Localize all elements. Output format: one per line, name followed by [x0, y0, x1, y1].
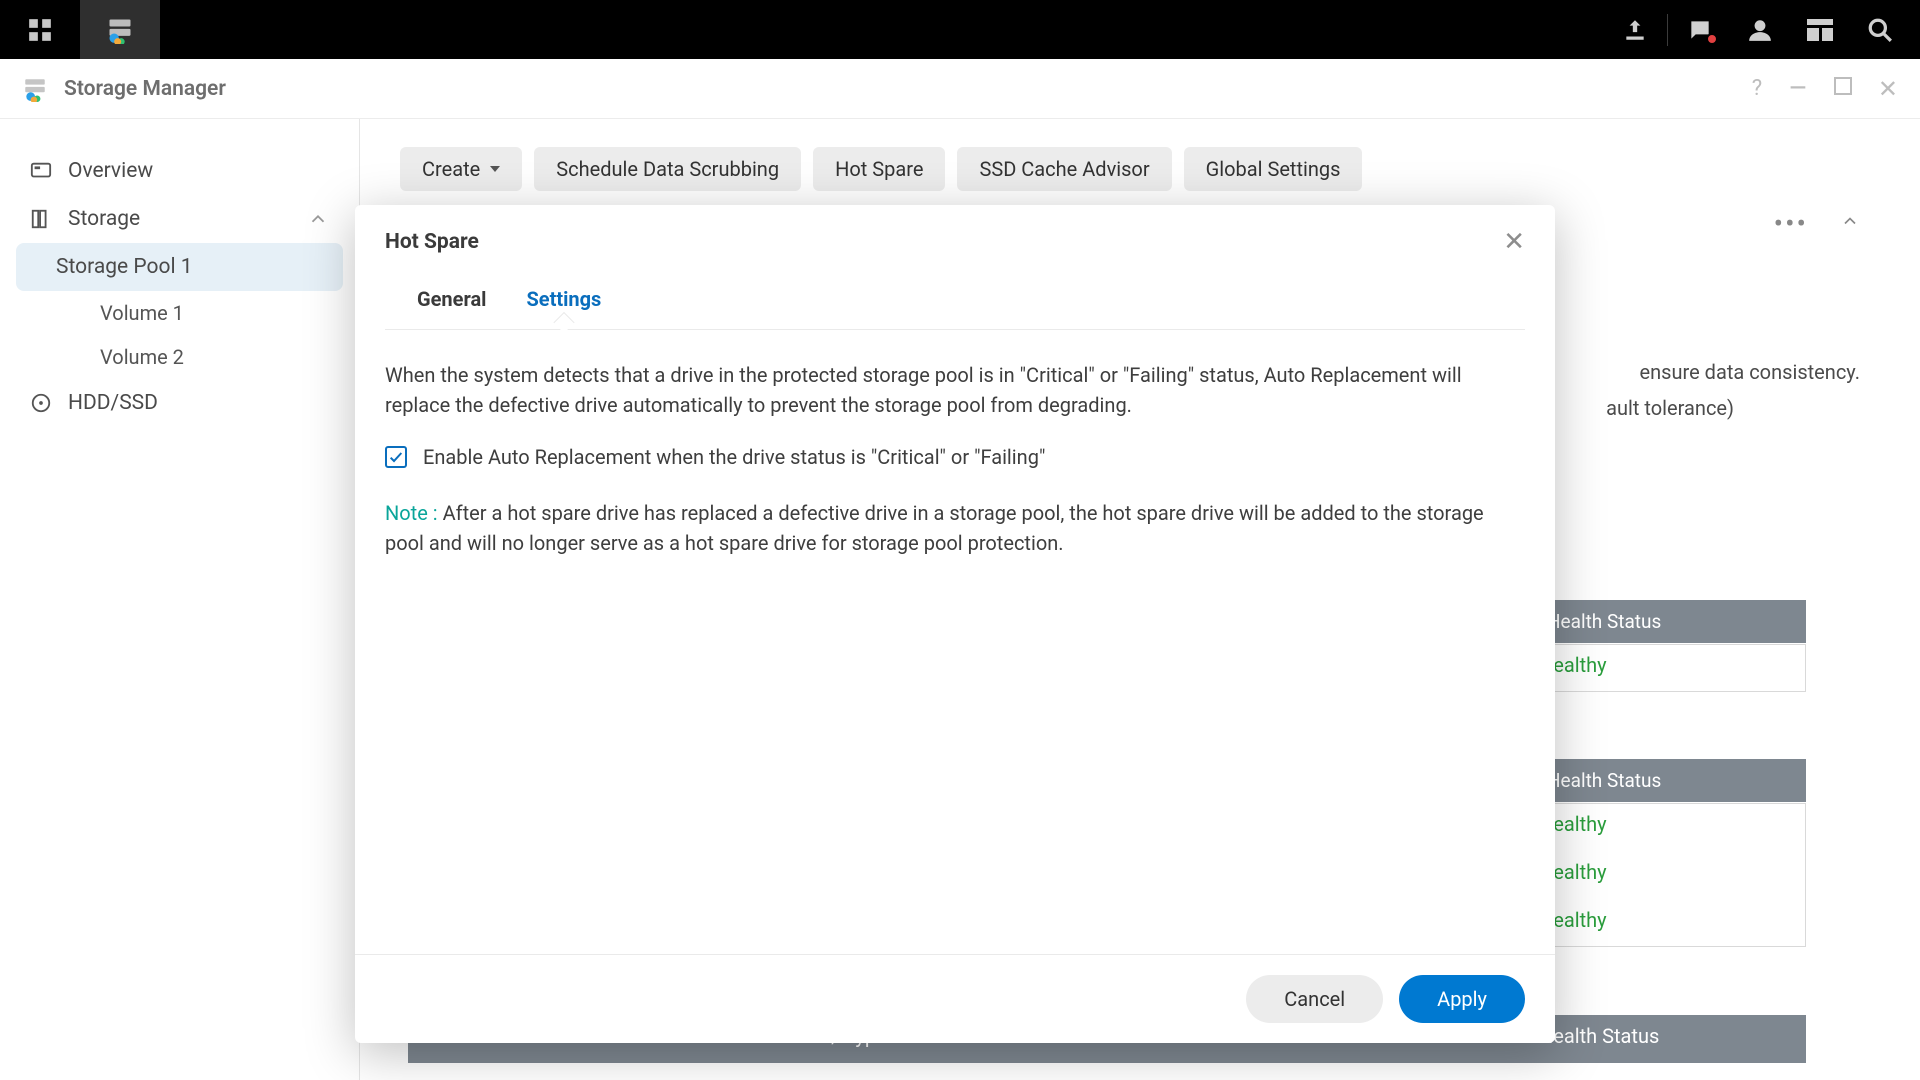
upload-icon — [1622, 17, 1648, 43]
hdd-icon — [30, 392, 52, 414]
dialog-note: Note : After a hot spare drive has repla… — [385, 498, 1525, 558]
tab-settings[interactable]: Settings — [524, 277, 603, 329]
user-button[interactable] — [1730, 0, 1790, 59]
note-text: After a hot spare drive has replaced a d… — [385, 501, 1484, 555]
collapse-panel-button[interactable] — [1840, 211, 1860, 235]
dialog-title: Hot Spare — [385, 230, 479, 254]
app-icon — [22, 76, 48, 102]
dialog-description: When the system detects that a drive in … — [385, 360, 1525, 420]
window-title: Storage Manager — [64, 77, 226, 101]
storage-manager-icon — [106, 16, 134, 44]
note-label: Note : — [385, 501, 443, 525]
auto-replacement-checkbox[interactable] — [385, 446, 407, 468]
bg-text-fault: ault tolerance) — [1606, 396, 1734, 420]
create-button[interactable]: Create — [400, 147, 522, 191]
sidebar-label: HDD/SSD — [68, 391, 158, 415]
bg-table-header: Health Status — [1531, 600, 1806, 643]
main-menu-button[interactable] — [0, 0, 80, 59]
sidebar-item-storage-pool-1[interactable]: Storage Pool 1 — [16, 243, 343, 291]
notification-badge-icon — [1706, 33, 1718, 45]
schedule-scrubbing-button[interactable]: Schedule Data Scrubbing — [534, 147, 801, 191]
sidebar-item-volume-1[interactable]: Volume 1 — [0, 291, 359, 335]
ssd-cache-advisor-button[interactable]: SSD Cache Advisor — [957, 147, 1171, 191]
apply-button[interactable]: Apply — [1399, 975, 1525, 1023]
maximize-button[interactable] — [1834, 76, 1852, 101]
system-taskbar — [0, 0, 1920, 59]
sidebar-item-volume-2[interactable]: Volume 2 — [0, 335, 359, 379]
search-icon — [1867, 17, 1893, 43]
bg-table-header: Health Status — [1531, 759, 1806, 802]
user-icon — [1747, 17, 1773, 43]
sidebar-item-overview[interactable]: Overview — [0, 147, 359, 195]
auto-replacement-row: Enable Auto Replacement when the drive s… — [385, 442, 1525, 472]
content-toolbar: Create Schedule Data Scrubbing Hot Spare… — [400, 147, 1880, 191]
dialog-close-button[interactable]: ✕ — [1503, 227, 1525, 257]
cancel-button[interactable]: Cancel — [1246, 975, 1383, 1023]
notifications-button[interactable] — [1670, 0, 1730, 59]
sidebar-label: Overview — [68, 159, 153, 183]
check-icon — [388, 449, 404, 465]
taskbar-right — [1605, 0, 1920, 59]
sidebar: Overview Storage Storage Pool 1 Volume 1… — [0, 119, 360, 1080]
sidebar-label: Volume 1 — [100, 301, 184, 325]
dialog-body: When the system detects that a drive in … — [355, 330, 1555, 954]
chevron-up-icon — [307, 208, 329, 230]
storage-icon — [30, 208, 52, 230]
chevron-up-icon — [1840, 211, 1860, 231]
taskbar-separator — [1667, 14, 1668, 46]
close-button[interactable]: ✕ — [1878, 75, 1898, 103]
dialog-tabs: General Settings — [385, 265, 1525, 330]
window-titlebar: Storage Manager ? – ✕ — [0, 59, 1920, 119]
dialog-header: Hot Spare ✕ — [355, 205, 1555, 265]
caret-down-icon — [490, 166, 500, 172]
more-actions-button[interactable]: ••• — [1774, 207, 1808, 240]
hot-spare-dialog: Hot Spare ✕ General Settings When the sy… — [355, 205, 1555, 1043]
search-button[interactable] — [1850, 0, 1910, 59]
window-controls: ? – ✕ — [1752, 75, 1898, 103]
help-button[interactable]: ? — [1752, 76, 1762, 101]
tab-general[interactable]: General — [415, 277, 488, 329]
bg-col-health: Health Status — [1539, 1024, 1659, 1048]
sidebar-label: Storage — [68, 207, 140, 231]
hot-spare-button[interactable]: Hot Spare — [813, 147, 945, 191]
grid-icon — [27, 17, 53, 43]
checkbox-label: Enable Auto Replacement when the drive s… — [423, 442, 1045, 472]
taskbar-app-storage-manager[interactable] — [80, 0, 160, 59]
dialog-footer: Cancel Apply — [355, 954, 1555, 1043]
sidebar-item-hdd-ssd[interactable]: HDD/SSD — [0, 379, 359, 427]
button-label: Create — [422, 157, 480, 181]
bg-text-consistency: ensure data consistency. — [1640, 360, 1860, 384]
overview-icon — [30, 160, 52, 182]
maximize-icon — [1834, 77, 1852, 95]
sidebar-label: Storage Pool 1 — [56, 255, 193, 279]
sidebar-item-storage[interactable]: Storage — [0, 195, 359, 243]
sidebar-label: Volume 2 — [100, 345, 184, 369]
global-settings-button[interactable]: Global Settings — [1184, 147, 1363, 191]
taskbar-left — [0, 0, 160, 59]
widgets-button[interactable] — [1790, 0, 1850, 59]
upload-tray-button[interactable] — [1605, 0, 1665, 59]
dashboard-icon — [1806, 18, 1834, 42]
